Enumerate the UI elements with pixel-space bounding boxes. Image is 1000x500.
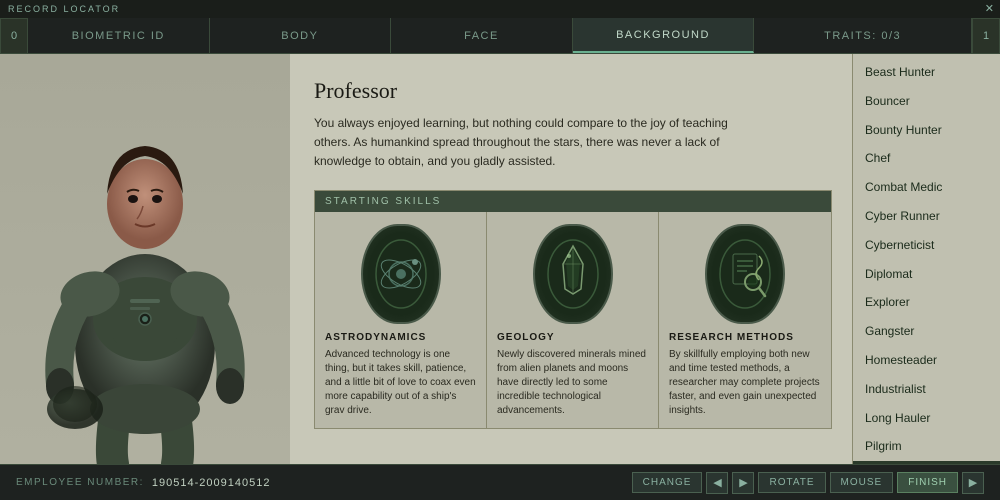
list-item-cyberneticist[interactable]: Cyberneticist bbox=[853, 231, 1000, 260]
skills-section: STARTING SKILLS bbox=[314, 190, 832, 429]
research-methods-icon bbox=[705, 224, 785, 324]
skill-icon-wrap-3 bbox=[669, 224, 821, 324]
skill-icon-wrap-1 bbox=[325, 224, 476, 324]
list-item-cyber-runner[interactable]: Cyber Runner bbox=[853, 202, 1000, 231]
finish-arrow[interactable]: ▶ bbox=[962, 472, 984, 494]
tab-background[interactable]: BACKGROUND bbox=[573, 18, 755, 53]
rotate-left-arrow[interactable]: ◀ bbox=[706, 472, 728, 494]
list-item-beast-hunter[interactable]: Beast Hunter bbox=[853, 58, 1000, 87]
details-panel: Professor You always enjoyed learning, b… bbox=[290, 54, 852, 464]
astrodynamics-icon bbox=[361, 224, 441, 324]
top-bar: RECORD LOCATOR ✕ bbox=[0, 0, 1000, 18]
employee-number-value: 190514-2009140512 bbox=[152, 477, 271, 489]
skills-header: STARTING SKILLS bbox=[315, 191, 831, 212]
rotate-button[interactable]: ROTATE bbox=[758, 472, 825, 493]
skill-item-astrodynamics: ASTRODYNAMICS Advanced technology is one… bbox=[315, 212, 487, 428]
geology-icon bbox=[533, 224, 613, 324]
list-item-chef[interactable]: Chef bbox=[853, 144, 1000, 173]
list-item-bounty-hunter[interactable]: Bounty Hunter bbox=[853, 116, 1000, 145]
finish-button[interactable]: FINISH bbox=[897, 472, 958, 493]
record-locator-title: RECORD LOCATOR bbox=[8, 4, 120, 14]
rotate-right-arrow[interactable]: ▶ bbox=[732, 472, 754, 494]
skill-desc-3: By skillfully employing both new and tim… bbox=[669, 348, 821, 418]
background-title: Professor bbox=[314, 78, 832, 104]
list-item-homesteader[interactable]: Homesteader bbox=[853, 346, 1000, 375]
bottom-buttons: CHANGE ◀ ▶ ROTATE MOUSE FINISH ▶ bbox=[632, 472, 984, 494]
tab-face[interactable]: FACE bbox=[391, 18, 573, 53]
nav-tabs: 0 BIOMETRIC ID BODY FACE BACKGROUND TRAI… bbox=[0, 18, 1000, 54]
background-list-panel: Beast HunterBouncerBounty HunterChefComb… bbox=[852, 54, 1000, 464]
skill-icon-wrap-2 bbox=[497, 224, 648, 324]
list-item-pilgrim[interactable]: Pilgrim bbox=[853, 432, 1000, 461]
nav-right-arrow[interactable]: 1 bbox=[972, 18, 1000, 54]
change-button[interactable]: CHANGE bbox=[632, 472, 703, 493]
list-item-gangster[interactable]: Gangster bbox=[853, 317, 1000, 346]
list-item-combat-medic[interactable]: Combat Medic bbox=[853, 173, 1000, 202]
list-item-long-hauler[interactable]: Long Hauler bbox=[853, 404, 1000, 433]
skill-name-1: ASTRODYNAMICS bbox=[325, 332, 476, 343]
background-description: You always enjoyed learning, but nothing… bbox=[314, 114, 734, 172]
nav-left-arrow[interactable]: 0 bbox=[0, 18, 28, 54]
skill-item-geology: GEOLOGY Newly discovered minerals mined … bbox=[487, 212, 659, 428]
character-avatar bbox=[25, 64, 265, 464]
employee-number-label: EMPLOYEE NUMBER: bbox=[16, 477, 144, 488]
tab-traits[interactable]: TRAITS: 0/3 bbox=[754, 18, 972, 53]
list-item-explorer[interactable]: Explorer bbox=[853, 288, 1000, 317]
skill-item-research: RESEARCH METHODS By skillfully employing… bbox=[659, 212, 831, 428]
skill-name-2: GEOLOGY bbox=[497, 332, 648, 343]
character-panel bbox=[0, 54, 290, 464]
skills-grid: ASTRODYNAMICS Advanced technology is one… bbox=[315, 212, 831, 428]
character-figure bbox=[0, 54, 290, 464]
list-item-diplomat[interactable]: Diplomat bbox=[853, 260, 1000, 289]
bottom-bar: EMPLOYEE NUMBER: 190514-2009140512 CHANG… bbox=[0, 464, 1000, 500]
tab-biometric-id[interactable]: BIOMETRIC ID bbox=[28, 18, 210, 53]
list-item-industrialist[interactable]: Industrialist bbox=[853, 375, 1000, 404]
list-item-bouncer[interactable]: Bouncer bbox=[853, 87, 1000, 116]
skill-name-3: RESEARCH METHODS bbox=[669, 332, 821, 343]
mouse-button[interactable]: MOUSE bbox=[830, 472, 894, 493]
tab-body[interactable]: BODY bbox=[210, 18, 392, 53]
close-icon[interactable]: ✕ bbox=[985, 2, 994, 15]
skill-desc-1: Advanced technology is one thing, but it… bbox=[325, 348, 476, 418]
main-content: Professor You always enjoyed learning, b… bbox=[0, 54, 1000, 464]
skill-desc-2: Newly discovered minerals mined from ali… bbox=[497, 348, 648, 418]
